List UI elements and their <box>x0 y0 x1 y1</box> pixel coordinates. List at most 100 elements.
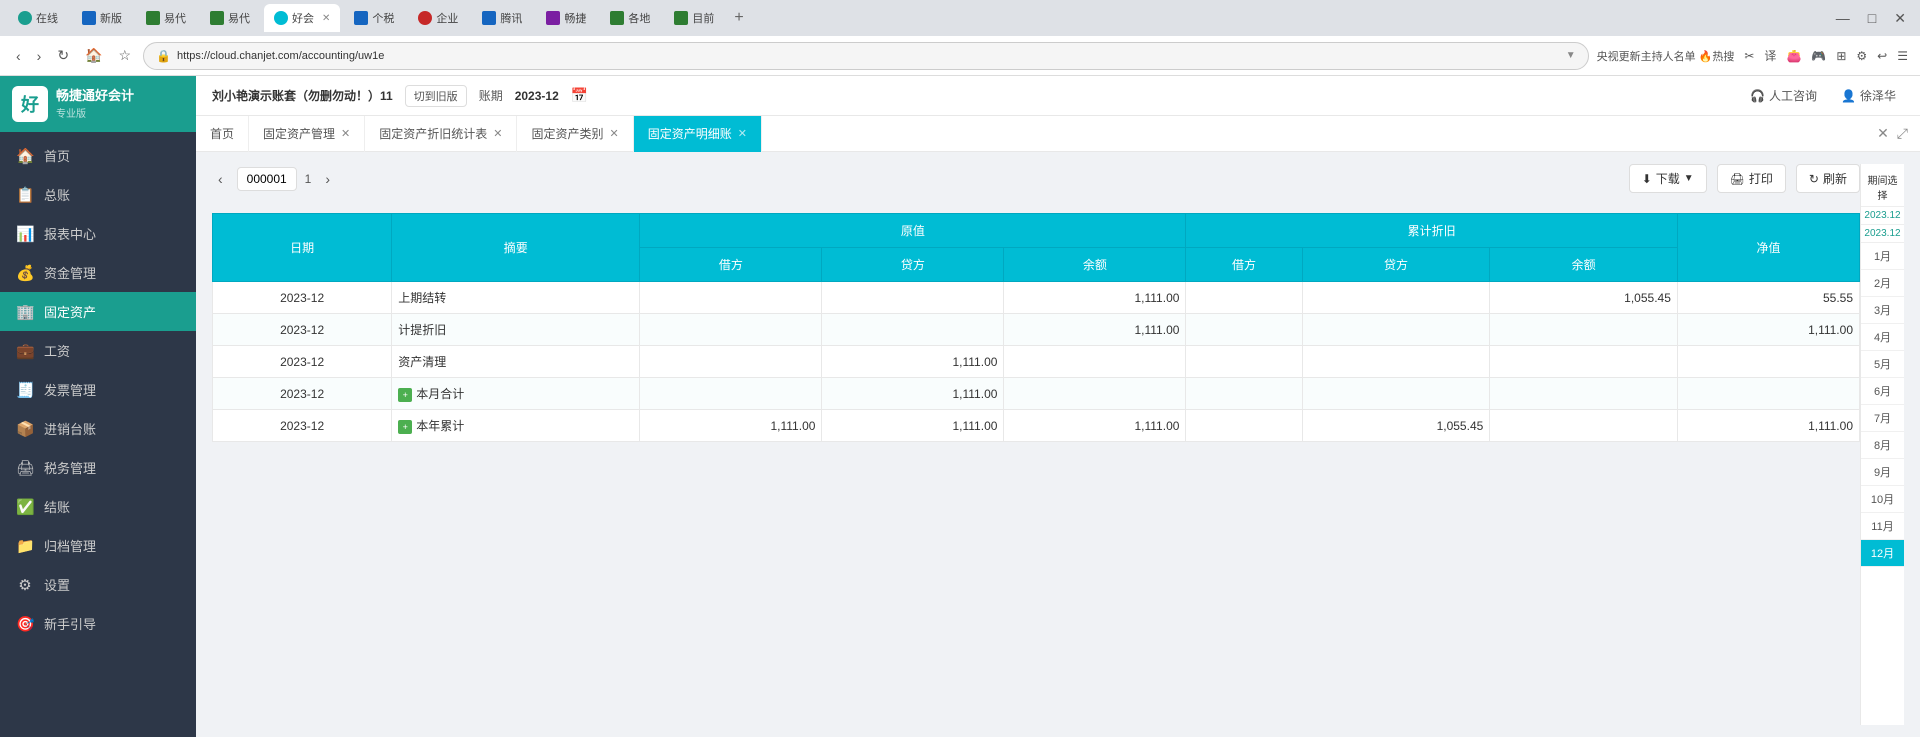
sidebar-item-beginner[interactable]: 🎯 新手引导 <box>0 604 196 643</box>
prev-record-button[interactable]: ‹ <box>212 169 229 189</box>
sidebar-item-close-accounts[interactable]: ✅ 结账 <box>0 487 196 526</box>
scissors-icon[interactable]: ✂ <box>1744 49 1754 63</box>
period-end-date[interactable]: 2023.12 <box>1861 225 1904 243</box>
browser-tab-muqian[interactable]: 目前 <box>664 4 724 32</box>
month-item-6[interactable]: 6月 <box>1861 378 1904 405</box>
month-item-11[interactable]: 11月 <box>1861 513 1904 540</box>
browser-tab-new[interactable]: 新版 <box>72 4 132 32</box>
month-item-2[interactable]: 2月 <box>1861 270 1904 297</box>
ai-service-button[interactable]: 🎧 人工咨询 <box>1742 83 1825 108</box>
sidebar-item-archive[interactable]: 📁 归档管理 <box>0 526 196 565</box>
sidebar-item-home[interactable]: 🏠 首页 <box>0 136 196 175</box>
browser-tab-tengxun[interactable]: 腾讯 <box>472 4 532 32</box>
col-original-value-header: 原值 <box>640 214 1186 248</box>
grid-icon[interactable]: ⊞ <box>1836 49 1846 63</box>
tab-close-management[interactable]: ✕ <box>341 127 350 140</box>
settings-icon[interactable]: ⚙ <box>1856 49 1867 63</box>
refresh-button[interactable]: ↻ 刷新 <box>1796 164 1860 193</box>
tab-asset-detail[interactable]: 固定资产明细账 ✕ <box>634 116 762 152</box>
search-box[interactable]: 央视更新主持人名单 🔥热搜 <box>1597 48 1735 64</box>
month-item-3[interactable]: 3月 <box>1861 297 1904 324</box>
user-profile-button[interactable]: 👤 徐泽华 <box>1833 83 1904 108</box>
table-row[interactable]: 2023-12 上期结转 1,111.00 1,055.45 55.55 <box>213 282 1860 314</box>
report-icon: 📊 <box>16 225 34 243</box>
cell-orig-debit <box>640 346 822 378</box>
browser-tab-yidai2[interactable]: 易代 <box>200 4 260 32</box>
sidebar-item-fixed-assets[interactable]: 🏢 固定资产 <box>0 292 196 331</box>
month-item-8[interactable]: 8月 <box>1861 432 1904 459</box>
sidebar-item-report-center[interactable]: 📊 报表中心 <box>0 214 196 253</box>
browser-tab-gedi[interactable]: 各地 <box>600 4 660 32</box>
cell-accum-balance: 1,055.45 <box>1490 282 1678 314</box>
month-item-7[interactable]: 7月 <box>1861 405 1904 432</box>
maximize-button[interactable]: □ <box>1862 8 1882 29</box>
sidebar-item-settings[interactable]: ⚙ 设置 <box>0 565 196 604</box>
tab-home[interactable]: 首页 <box>196 116 249 152</box>
month-item-12[interactable]: 12月 <box>1861 540 1904 567</box>
translate-icon[interactable]: 译 <box>1764 47 1776 64</box>
browser-tab-qiye[interactable]: 企业 <box>408 4 468 32</box>
month-item-9[interactable]: 9月 <box>1861 459 1904 486</box>
record-number-input[interactable] <box>237 167 297 191</box>
table-row[interactable]: 2023-12 计提折旧 1,111.00 1,111.00 <box>213 314 1860 346</box>
browser-tab-online[interactable]: 在线 <box>8 4 68 32</box>
download-button[interactable]: ⬇ 下载 ▼ <box>1629 164 1707 193</box>
col-accum-debit: 借方 <box>1186 248 1302 282</box>
tab-close-detail[interactable]: ✕ <box>738 127 747 140</box>
print-button[interactable]: 🖨 打印 <box>1717 164 1786 193</box>
tab-asset-category[interactable]: 固定资产类别 ✕ <box>517 116 633 152</box>
cell-orig-debit <box>640 314 822 346</box>
period-start-date[interactable]: 2023.12 <box>1861 207 1904 225</box>
month-item-10[interactable]: 10月 <box>1861 486 1904 513</box>
next-record-button[interactable]: › <box>319 169 336 189</box>
browser-tab-haokuai[interactable]: 好会 ✕ <box>264 4 340 32</box>
cell-orig-balance: 1,111.00 <box>1004 314 1186 346</box>
sidebar-item-tax[interactable]: 🖨 税务管理 <box>0 448 196 487</box>
col-orig-credit: 贷方 <box>822 248 1004 282</box>
header-icons: 🎧 人工咨询 👤 徐泽华 <box>1742 83 1904 108</box>
table-row[interactable]: 2023-12 资产清理 1,111.00 <box>213 346 1860 378</box>
month-item-5[interactable]: 5月 <box>1861 351 1904 378</box>
cell-accum-balance <box>1490 378 1678 410</box>
sidebar-item-general-ledger[interactable]: 📋 总账 <box>0 175 196 214</box>
game-icon[interactable]: 🎮 <box>1811 49 1826 63</box>
switch-version-button[interactable]: 切到旧版 <box>405 85 467 107</box>
panel-expand-button[interactable]: ⤢ <box>1897 125 1908 142</box>
col-accum-balance: 余额 <box>1490 248 1678 282</box>
tab-close-category[interactable]: ✕ <box>610 127 619 140</box>
sidebar-item-invoice[interactable]: 🧾 发票管理 <box>0 370 196 409</box>
minimize-button[interactable]: — <box>1830 8 1856 29</box>
panel-close-button[interactable]: ✕ <box>1877 125 1889 142</box>
back-button[interactable]: ‹ <box>12 44 25 68</box>
table-row[interactable]: 2023-12 +本年累计 1,111.00 1,111.00 1,111.00… <box>213 410 1860 442</box>
table-row[interactable]: 2023-12 +本月合计 1,111.00 <box>213 378 1860 410</box>
browser-tab-yidai1[interactable]: 易代 <box>136 4 196 32</box>
reload-button[interactable]: ↻ <box>53 43 73 68</box>
close-button[interactable]: ✕ <box>1888 8 1912 29</box>
undo-icon[interactable]: ↩ <box>1877 49 1887 63</box>
sidebar-item-salary[interactable]: 💼 工资 <box>0 331 196 370</box>
tab-close-depreciation[interactable]: ✕ <box>493 127 502 140</box>
address-bar[interactable]: 🔒 https://cloud.chanjet.com/accounting/u… <box>143 42 1589 70</box>
tab-close-haokuai[interactable]: ✕ <box>322 13 330 24</box>
month-item-4[interactable]: 4月 <box>1861 324 1904 351</box>
cell-date: 2023-12 <box>213 378 392 410</box>
browser-tab-geshui[interactable]: 个税 <box>344 4 404 32</box>
menu-icon[interactable]: ☰ <box>1897 49 1908 63</box>
tab-fixed-assets-management[interactable]: 固定资产管理 ✕ <box>249 116 365 152</box>
row-icon: + <box>398 388 412 402</box>
bookmark-button[interactable]: ☆ <box>115 43 136 68</box>
sidebar-item-purchase-sales[interactable]: 📦 进销台账 <box>0 409 196 448</box>
period-panel: 期间选择 2023.12 2023.12 1月2月3月4月5月6月7月8月9月1… <box>1860 164 1904 725</box>
cell-accum-credit <box>1302 346 1490 378</box>
new-tab-button[interactable]: + <box>728 9 749 27</box>
period-edit-icon[interactable]: 📅 <box>571 87 588 104</box>
wallet-icon[interactable]: 👛 <box>1786 49 1801 63</box>
cell-net-value: 55.55 <box>1677 282 1859 314</box>
tab-depreciation-stats[interactable]: 固定资产折旧统计表 ✕ <box>365 116 517 152</box>
month-item-1[interactable]: 1月 <box>1861 243 1904 270</box>
forward-button[interactable]: › <box>33 44 46 68</box>
home-button[interactable]: 🏠 <box>81 43 106 68</box>
sidebar-item-fund-management[interactable]: 💰 资金管理 <box>0 253 196 292</box>
browser-tab-changjie[interactable]: 畅捷 <box>536 4 596 32</box>
